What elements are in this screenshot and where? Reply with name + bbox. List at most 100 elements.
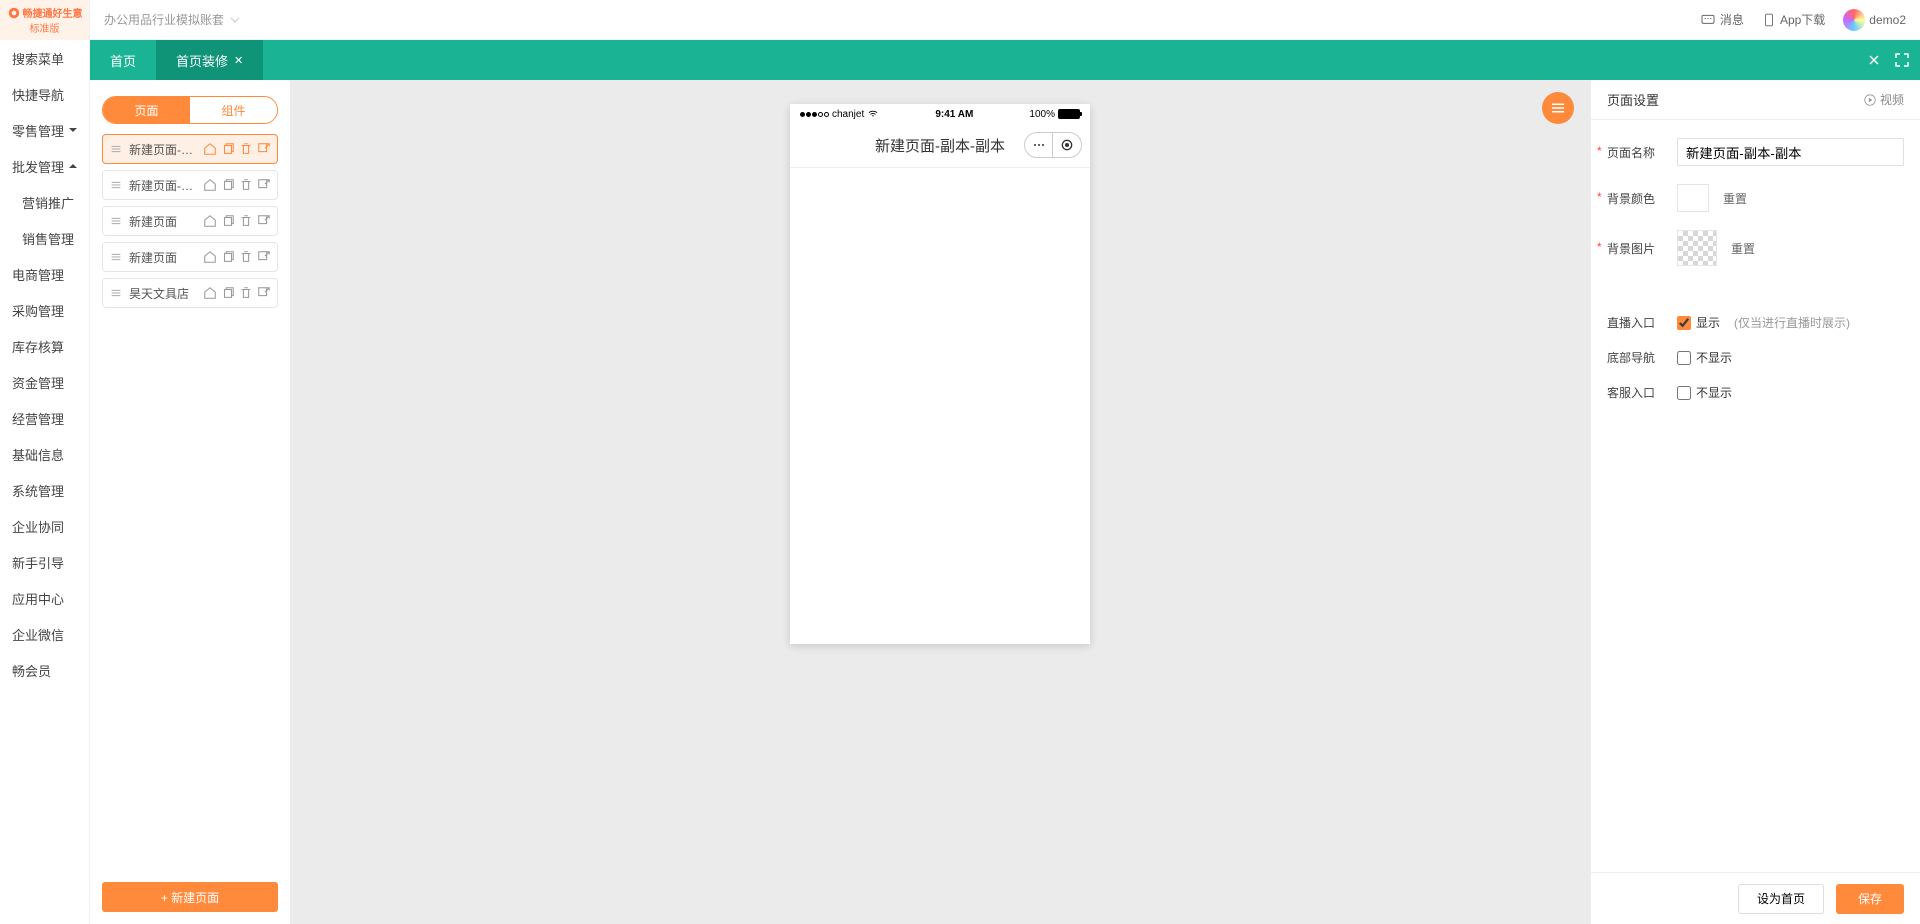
open-link-icon[interactable] — [257, 214, 271, 228]
nav-item[interactable]: 库存核算 — [0, 328, 89, 364]
page-name: 新建页面-副本 — [129, 177, 197, 194]
new-page-button[interactable]: + 新建页面 — [102, 882, 278, 912]
tab-label: 首页装修 — [176, 51, 228, 70]
nav-item[interactable]: 营销推广 — [0, 184, 89, 220]
page-list-item[interactable]: 新建页面 — [102, 242, 278, 272]
open-link-icon[interactable] — [257, 142, 271, 156]
set-home-icon[interactable] — [203, 250, 217, 264]
tab-close-icon[interactable]: ✕ — [234, 54, 243, 67]
nav-item[interactable]: 基础信息 — [0, 436, 89, 472]
nav-item[interactable]: 零售管理 — [0, 112, 89, 148]
page-list-item[interactable]: 新建页面-副本... — [102, 134, 278, 164]
video-help-link[interactable]: 视频 — [1863, 91, 1904, 108]
drag-handle-icon[interactable] — [109, 286, 123, 300]
nav-item[interactable]: 搜索菜单 — [0, 40, 89, 76]
canvas-area: chanjet 9:41 AM 100% 新建页面-副本-副本 — [290, 80, 1590, 924]
nav-item[interactable]: 系统管理 — [0, 472, 89, 508]
nav-label: 经营管理 — [12, 409, 64, 428]
live-hint: (仅当进行直播时展示) — [1734, 314, 1850, 331]
fullscreen-toggle[interactable] — [1894, 52, 1910, 68]
nav-item[interactable]: 销售管理 — [0, 220, 89, 256]
capsule-close-icon[interactable] — [1053, 133, 1081, 157]
messages-link[interactable]: 消息 — [1700, 11, 1744, 28]
nav-item[interactable]: 电商管理 — [0, 256, 89, 292]
drag-handle-icon[interactable] — [109, 142, 123, 156]
miniprogram-capsule — [1024, 132, 1082, 158]
tab-label: 首页 — [110, 51, 136, 70]
nav-item[interactable]: 资金管理 — [0, 364, 89, 400]
chat-icon — [1700, 12, 1716, 28]
nav-label: 畅会员 — [12, 661, 51, 680]
set-home-icon[interactable] — [203, 214, 217, 228]
bg-image-label: 背景图片 — [1607, 240, 1663, 257]
topbar: 办公用品行业模拟账套 消息 App下载 demo2 — [90, 0, 1920, 40]
bottom-nav-checkbox[interactable]: 不显示 — [1677, 349, 1732, 366]
capsule-menu-icon[interactable] — [1025, 133, 1053, 157]
nav-item[interactable]: 快捷导航 — [0, 76, 89, 112]
nav-item[interactable]: 畅会员 — [0, 652, 89, 688]
nav-item[interactable]: 批发管理 — [0, 148, 89, 184]
bg-image-picker[interactable] — [1677, 230, 1717, 266]
logo: 畅捷通好生意 标准版 — [0, 0, 89, 40]
canvas-menu-fab[interactable] — [1542, 92, 1574, 124]
tab[interactable]: 首页装修 ✕ — [156, 40, 263, 80]
open-link-icon[interactable] — [257, 178, 271, 192]
open-link-icon[interactable] — [257, 250, 271, 264]
page-item-actions — [203, 178, 271, 192]
drag-handle-icon[interactable] — [109, 214, 123, 228]
bg-color-swatch[interactable] — [1677, 184, 1709, 212]
settings-title: 页面设置 — [1607, 90, 1863, 109]
segment-pages[interactable]: 页面 — [103, 97, 190, 123]
wifi-icon — [867, 109, 879, 119]
miniprogram-header: 新建页面-副本-副本 — [790, 124, 1090, 168]
copy-icon[interactable] — [221, 250, 235, 264]
app-download-link[interactable]: App下载 — [1762, 11, 1825, 28]
delete-icon[interactable] — [239, 286, 253, 300]
nav-label: 营销推广 — [22, 193, 74, 212]
nav-item[interactable]: 应用中心 — [0, 580, 89, 616]
nav-item[interactable]: 企业协同 — [0, 508, 89, 544]
save-button[interactable]: 保存 — [1836, 884, 1904, 914]
cs-hide-text: 不显示 — [1696, 384, 1732, 401]
page-name-input[interactable] — [1677, 138, 1904, 166]
copy-icon[interactable] — [221, 142, 235, 156]
copy-icon[interactable] — [221, 286, 235, 300]
nav-item[interactable]: 经营管理 — [0, 400, 89, 436]
tabbar: 首页 首页装修 ✕ — [90, 40, 1920, 80]
set-home-button[interactable]: 设为首页 — [1738, 884, 1824, 914]
account-selector[interactable]: 办公用品行业模拟账套 — [104, 11, 1700, 28]
page-list-item[interactable]: 新建页面 — [102, 206, 278, 236]
page-list-item[interactable]: 新建页面-副本 — [102, 170, 278, 200]
user-menu[interactable]: demo2 — [1843, 9, 1906, 31]
chevron-down-icon — [69, 128, 77, 132]
nav-item[interactable]: 采购管理 — [0, 292, 89, 328]
tab[interactable]: 首页 — [90, 40, 156, 80]
nav-item[interactable]: 企业微信 — [0, 616, 89, 652]
drag-handle-icon[interactable] — [109, 250, 123, 264]
set-home-icon[interactable] — [203, 142, 217, 156]
page-name: 新建页面-副本... — [129, 141, 197, 158]
phone-body[interactable] — [790, 168, 1090, 644]
delete-icon[interactable] — [239, 178, 253, 192]
segment-components[interactable]: 组件 — [190, 97, 277, 123]
live-entry-checkbox[interactable]: 显示 — [1677, 314, 1720, 331]
open-link-icon[interactable] — [257, 286, 271, 300]
messages-label: 消息 — [1720, 11, 1744, 28]
nav-item[interactable]: 新手引导 — [0, 544, 89, 580]
close-all-tabs[interactable] — [1866, 52, 1882, 68]
status-bar: chanjet 9:41 AM 100% — [790, 104, 1090, 124]
bg-image-reset[interactable]: 重置 — [1731, 240, 1755, 257]
page-list-item[interactable]: 昊天文具店 — [102, 278, 278, 308]
copy-icon[interactable] — [221, 178, 235, 192]
delete-icon[interactable] — [239, 214, 253, 228]
cs-entry-checkbox[interactable]: 不显示 — [1677, 384, 1732, 401]
delete-icon[interactable] — [239, 142, 253, 156]
set-home-icon[interactable] — [203, 286, 217, 300]
set-home-icon[interactable] — [203, 178, 217, 192]
live-entry-label: 直播入口 — [1607, 314, 1663, 331]
copy-icon[interactable] — [221, 214, 235, 228]
delete-icon[interactable] — [239, 250, 253, 264]
bg-color-reset[interactable]: 重置 — [1723, 190, 1747, 207]
drag-handle-icon[interactable] — [109, 178, 123, 192]
battery-icon — [1058, 109, 1080, 119]
